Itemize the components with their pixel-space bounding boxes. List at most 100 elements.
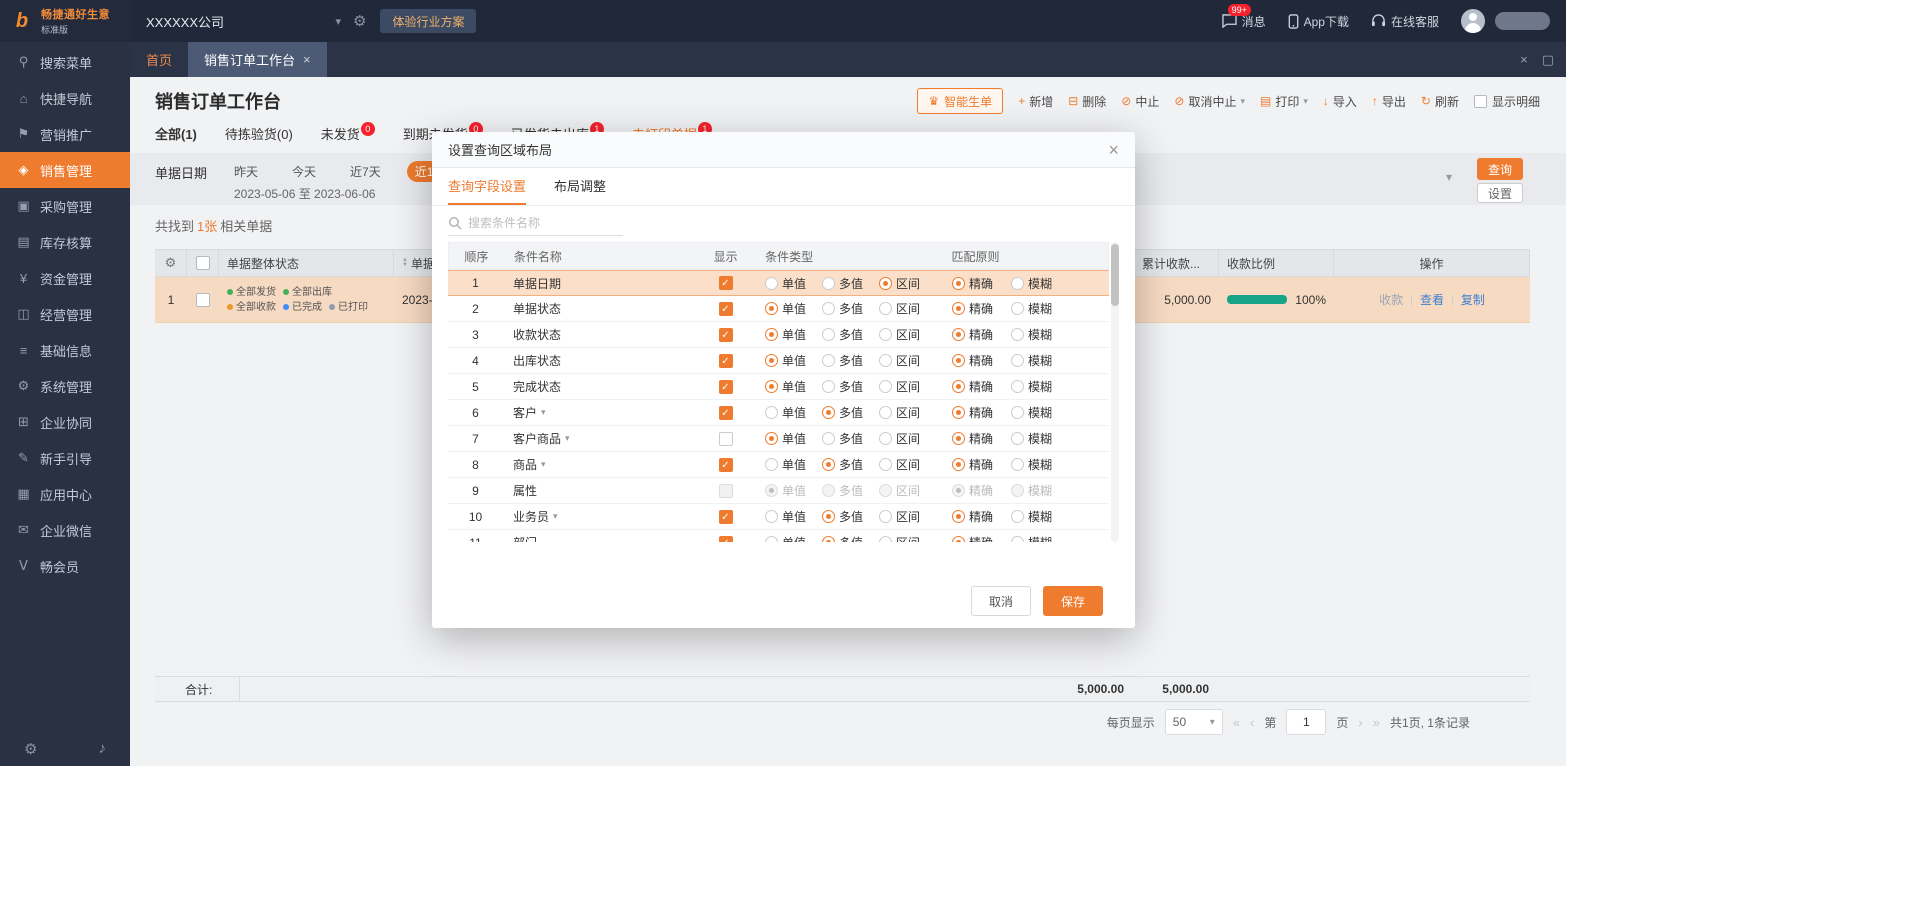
toolbar-print-button[interactable]: ▤ 打印 ▾	[1260, 93, 1308, 110]
radio-option[interactable]: 多值	[822, 300, 863, 317]
experience-button[interactable]: 体验行业方案	[380, 9, 477, 33]
radio-option[interactable]: 单值	[765, 534, 806, 542]
radio-option[interactable]: 模糊	[1011, 300, 1052, 317]
radio-option[interactable]: 模糊	[1011, 275, 1052, 292]
user-name-pill[interactable]	[1495, 12, 1550, 30]
scrollbar-thumb[interactable]	[1111, 244, 1119, 306]
radio-option[interactable]: 单值	[765, 326, 806, 343]
toolbar-plus-button[interactable]: + 新增	[1018, 93, 1053, 110]
radio-option[interactable]: 多值	[822, 534, 863, 542]
cancel-button[interactable]: 取消	[971, 586, 1031, 616]
radio-option[interactable]: 多值	[822, 430, 863, 447]
radio-option[interactable]: 单值	[765, 456, 806, 473]
radio-option[interactable]: 模糊	[1011, 378, 1052, 395]
radio-option[interactable]: 精确	[952, 300, 993, 317]
radio-option[interactable]: 模糊	[1011, 482, 1052, 499]
show-checkbox[interactable]: ✓	[718, 301, 733, 316]
chevron-down-icon[interactable]: ▾	[541, 459, 546, 470]
radio-option[interactable]: 区间	[879, 378, 920, 395]
avatar[interactable]	[1461, 9, 1485, 33]
show-checkbox[interactable]	[718, 483, 733, 498]
radio-option[interactable]: 精确	[952, 352, 993, 369]
sidebar-item-marketing[interactable]: ⚑ 营销推广	[0, 116, 130, 152]
toolbar-import-button[interactable]: ↓ 导入	[1323, 93, 1357, 110]
close-all-tabs-icon[interactable]: ×	[1520, 52, 1528, 67]
company-select[interactable]: XXXXXX公司 ▾	[146, 12, 341, 31]
last-page-icon[interactable]: »	[1373, 715, 1380, 730]
radio-option[interactable]: 多值	[822, 352, 863, 369]
show-checkbox[interactable]: ✓	[718, 276, 733, 290]
sidebar-item-quick-nav[interactable]: ⌂ 快捷导航	[0, 80, 130, 116]
radio-option[interactable]: 区间	[879, 456, 920, 473]
radio-option[interactable]: 模糊	[1011, 404, 1052, 421]
sidebar-item-operations[interactable]: ◫ 经营管理	[0, 296, 130, 332]
show-checkbox[interactable]	[718, 431, 733, 446]
radio-option[interactable]: 模糊	[1011, 508, 1052, 525]
save-button[interactable]: 保存	[1043, 586, 1103, 616]
first-page-icon[interactable]: «	[1233, 715, 1240, 730]
close-icon[interactable]: ×	[1108, 141, 1119, 159]
chevron-down-icon[interactable]: ▾	[541, 407, 546, 418]
date-range-value[interactable]: 2023-05-06 至 2023-06-06	[234, 185, 375, 202]
sidebar-item-sales[interactable]: ◈ 销售管理	[0, 152, 130, 188]
tab-query-field-settings[interactable]: 查询字段设置	[448, 168, 527, 205]
sidebar-item-purchase[interactable]: ▣ 采购管理	[0, 188, 130, 224]
announcement-icon[interactable]: ♪	[99, 740, 107, 758]
quick-date-1[interactable]: 今天	[284, 161, 324, 182]
sidebar-item-collaboration[interactable]: ⊞ 企业协同	[0, 404, 130, 440]
radio-option[interactable]: 精确	[952, 508, 993, 525]
radio-option[interactable]: 单值	[765, 275, 806, 292]
sort-icons[interactable]: ▲ ▼	[402, 257, 408, 268]
tab-sales-order-workbench[interactable]: 销售订单工作台 ×	[188, 42, 327, 77]
sidebar-item-base-info[interactable]: ≡ 基础信息	[0, 332, 130, 368]
show-checkbox[interactable]: ✓	[718, 379, 733, 394]
select-all-checkbox[interactable]	[195, 256, 210, 270]
radio-option[interactable]: 区间	[879, 326, 920, 343]
row-checkbox[interactable]	[196, 292, 210, 307]
sidebar-item-wecom[interactable]: ✉ 企业微信	[0, 512, 130, 548]
query-button[interactable]: 查询	[1477, 158, 1523, 180]
per-page-select[interactable]: 50 ▾	[1164, 709, 1223, 735]
show-checkbox[interactable]: ✓	[718, 353, 733, 368]
toolbar-cancel-stop-button[interactable]: ⊘ 取消中止 ▾	[1174, 93, 1245, 110]
show-checkbox[interactable]: ✓	[718, 457, 733, 472]
show-checkbox[interactable]: ✓	[718, 509, 733, 524]
radio-option[interactable]: 精确	[952, 482, 993, 499]
radio-option[interactable]: 精确	[952, 326, 993, 343]
sidebar-item-funds[interactable]: ¥ 资金管理	[0, 260, 130, 296]
tab-home[interactable]: 首页	[130, 42, 188, 77]
radio-option[interactable]: 区间	[879, 352, 920, 369]
radio-option[interactable]: 模糊	[1011, 430, 1052, 447]
radio-option[interactable]: 精确	[952, 404, 993, 421]
radio-option[interactable]: 多值	[822, 275, 863, 292]
sidebar-item-search-menu[interactable]: ⚲ 搜索菜单	[0, 44, 130, 80]
row-action-1[interactable]: 查看	[1420, 291, 1444, 308]
radio-option[interactable]: 区间	[879, 275, 920, 292]
smart-generate-button[interactable]: ♛ 智能生单	[917, 88, 1004, 114]
radio-option[interactable]: 单值	[765, 508, 806, 525]
radio-option[interactable]: 单值	[765, 378, 806, 395]
chevron-down-icon[interactable]: ▾	[553, 511, 558, 522]
radio-option[interactable]: 多值	[822, 326, 863, 343]
scrollbar[interactable]	[1111, 242, 1119, 542]
radio-option[interactable]: 模糊	[1011, 352, 1052, 369]
radio-option[interactable]: 单值	[765, 482, 806, 499]
row-action-0[interactable]: 收款	[1379, 291, 1403, 308]
show-checkbox[interactable]: ✓	[718, 405, 733, 420]
quick-date-0[interactable]: 昨天	[226, 161, 266, 182]
radio-option[interactable]: 精确	[952, 534, 993, 542]
sidebar-item-inventory[interactable]: ▤ 库存核算	[0, 224, 130, 260]
quick-date-2[interactable]: 近7天	[342, 161, 389, 182]
radio-option[interactable]: 区间	[879, 482, 920, 499]
sidebar-item-member[interactable]: Ⅴ 畅会员	[0, 548, 130, 584]
radio-option[interactable]: 区间	[879, 300, 920, 317]
show-detail-toggle[interactable]: 显示明细	[1473, 93, 1540, 110]
next-page-icon[interactable]: ›	[1358, 715, 1362, 730]
toolbar-trash-button[interactable]: ⊟ 删除	[1068, 93, 1106, 110]
toolbar-refresh-button[interactable]: ↻ 刷新	[1421, 93, 1459, 110]
filter-tab-0[interactable]: 全部(1)	[155, 124, 197, 143]
radio-option[interactable]: 精确	[952, 378, 993, 395]
app-download-button[interactable]: App下载	[1288, 13, 1349, 30]
prev-page-icon[interactable]: ‹	[1250, 715, 1254, 730]
sidebar-item-app-center[interactable]: ▦ 应用中心	[0, 476, 130, 512]
